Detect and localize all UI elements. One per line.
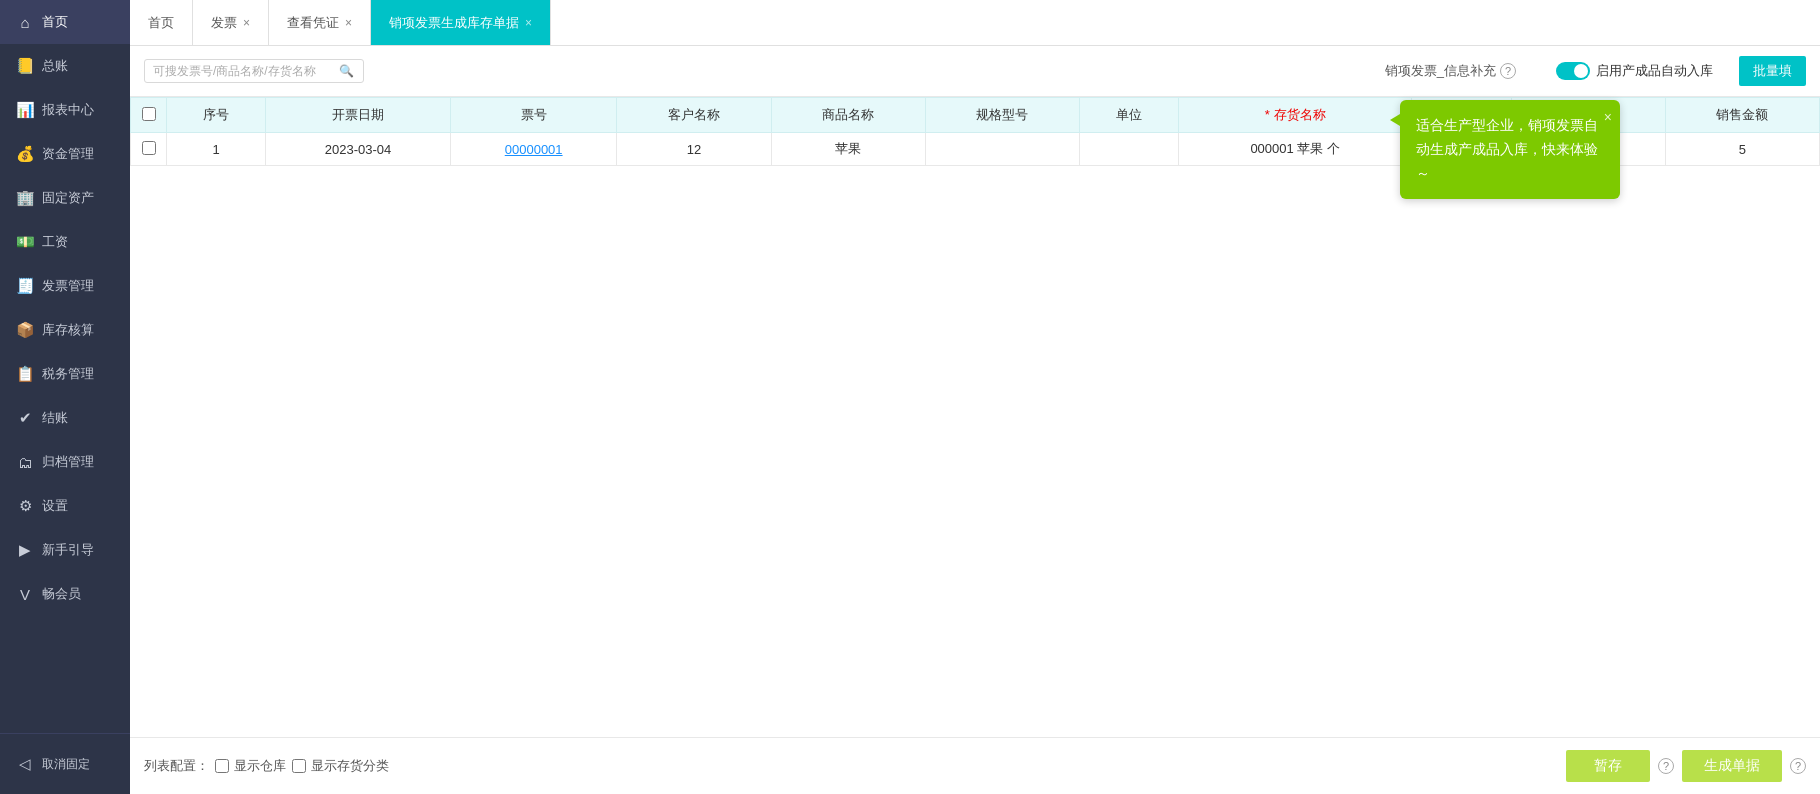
batch-fill-button[interactable]: 批量填 (1739, 56, 1806, 86)
row-customer: 12 (617, 133, 771, 166)
invoice-link[interactable]: 00000001 (505, 142, 563, 157)
row-date: 2023-03-04 (266, 133, 451, 166)
tab-home[interactable]: 首页 (130, 0, 193, 45)
col-number: 票号 (450, 98, 616, 133)
settings-icon: ⚙ (16, 497, 34, 515)
row-model (925, 133, 1079, 166)
tooltip-box: × 适合生产型企业，销项发票自动生成产成品入库，快来体验～ (1400, 100, 1620, 199)
tax-icon: 📋 (16, 365, 34, 383)
show-category-check[interactable]: 显示存货分类 (292, 757, 389, 775)
col-goods: 商品名称 (771, 98, 925, 133)
row-amount: 5 (1665, 133, 1819, 166)
sidebar-item-funds[interactable]: 💰 资金管理 (0, 132, 130, 176)
info-icon[interactable]: ? (1500, 63, 1516, 79)
pin-icon: ◁ (16, 755, 34, 773)
row-seq: 1 (167, 133, 266, 166)
sidebar-item-tax[interactable]: 📋 税务管理 (0, 352, 130, 396)
sidebar-item-member[interactable]: V 畅会员 (0, 572, 130, 616)
inventory-icon: 📦 (16, 321, 34, 339)
funds-icon: 💰 (16, 145, 34, 163)
invoices-icon: 🧾 (16, 277, 34, 295)
row-goods: 苹果 (771, 133, 925, 166)
show-category-checkbox[interactable] (292, 759, 306, 773)
sidebar-item-archive[interactable]: 🗂 归档管理 (0, 440, 130, 484)
sidebar-item-home[interactable]: ⌂ 首页 (0, 0, 130, 44)
tab-invoice[interactable]: 发票 × (193, 0, 269, 45)
sidebar-item-wages[interactable]: 💵 工资 (0, 220, 130, 264)
show-warehouse-checkbox[interactable] (215, 759, 229, 773)
sidebar-item-reports[interactable]: 📊 报表中心 (0, 88, 130, 132)
member-icon: V (16, 586, 34, 603)
search-box[interactable]: 🔍 (144, 59, 364, 83)
home-icon: ⌂ (16, 14, 34, 31)
sidebar-item-ledger[interactable]: 📒 总账 (0, 44, 130, 88)
assets-icon: 🏢 (16, 189, 34, 207)
tab-cancel-invoice-close[interactable]: × (525, 16, 532, 30)
tooltip-close-button[interactable]: × (1604, 106, 1612, 130)
sidebar-item-assets[interactable]: 🏢 固定资产 (0, 176, 130, 220)
wages-icon: 💵 (16, 233, 34, 251)
col-inventory: * 存货名称 (1178, 98, 1412, 133)
info-label: 销项发票_信息补充 ? (1385, 62, 1516, 80)
col-date: 开票日期 (266, 98, 451, 133)
sidebar-item-close[interactable]: ✔ 结账 (0, 396, 130, 440)
col-amount: 销售金额 (1665, 98, 1819, 133)
sidebar-item-guide[interactable]: ▶ 新手引导 (0, 528, 130, 572)
reports-icon: 📊 (16, 101, 34, 119)
tab-cancel-invoice[interactable]: 销项发票生成库存单据 × (371, 0, 551, 45)
sidebar-item-inventory[interactable]: 📦 库存核算 (0, 308, 130, 352)
generate-info-icon[interactable]: ? (1790, 758, 1806, 774)
ledger-icon: 📒 (16, 57, 34, 75)
tab-voucher-close[interactable]: × (345, 16, 352, 30)
footer-config: 列表配置： 显示仓库 显示存货分类 (144, 757, 389, 775)
generate-button[interactable]: 生成单据 (1682, 750, 1782, 782)
tab-voucher[interactable]: 查看凭证 × (269, 0, 371, 45)
guide-icon: ▶ (16, 541, 34, 559)
sidebar-item-invoices[interactable]: 🧾 发票管理 (0, 264, 130, 308)
row-inventory: 000001 苹果 个 (1178, 133, 1412, 166)
tab-bar: 首页 发票 × 查看凭证 × 销项发票生成库存单据 × (130, 0, 1820, 46)
sidebar: ⌂ 首页 📒 总账 📊 报表中心 💰 资金管理 🏢 固定资产 💵 工资 🧾 发票… (0, 0, 130, 794)
show-warehouse-check[interactable]: 显示仓库 (215, 757, 286, 775)
save-button[interactable]: 暂存 (1566, 750, 1650, 782)
tab-invoice-close[interactable]: × (243, 16, 250, 30)
row-number: 00000001 (450, 133, 616, 166)
toggle-area: 启用产成品自动入库 (1556, 62, 1713, 80)
archive-icon: 🗂 (16, 454, 34, 471)
toolbar: 🔍 销项发票_信息补充 ? 启用产成品自动入库 批量填 (130, 46, 1820, 97)
pin-toggle[interactable]: ◁ 取消固定 (0, 742, 130, 786)
col-unit: 单位 (1079, 98, 1178, 133)
auto-warehouse-toggle[interactable] (1556, 62, 1590, 80)
col-seq: 序号 (167, 98, 266, 133)
sidebar-bottom: ◁ 取消固定 (0, 733, 130, 794)
close-accounts-icon: ✔ (16, 409, 34, 427)
main-area: 首页 发票 × 查看凭证 × 销项发票生成库存单据 × 🔍 销项发票_信息补充 … (130, 0, 1820, 794)
row-checkbox-cell (131, 133, 167, 166)
row-checkbox[interactable] (142, 141, 156, 155)
footer: 列表配置： 显示仓库 显示存货分类 暂存 ? 生成单据 ? (130, 737, 1820, 794)
col-customer: 客户名称 (617, 98, 771, 133)
col-checkbox (131, 98, 167, 133)
save-info-icon[interactable]: ? (1658, 758, 1674, 774)
search-icon: 🔍 (339, 64, 354, 78)
row-unit (1079, 133, 1178, 166)
col-model: 规格型号 (925, 98, 1079, 133)
sidebar-item-settings[interactable]: ⚙ 设置 (0, 484, 130, 528)
select-all-checkbox[interactable] (142, 107, 156, 121)
search-input[interactable] (153, 64, 333, 78)
footer-actions: 暂存 ? 生成单据 ? (1566, 750, 1806, 782)
